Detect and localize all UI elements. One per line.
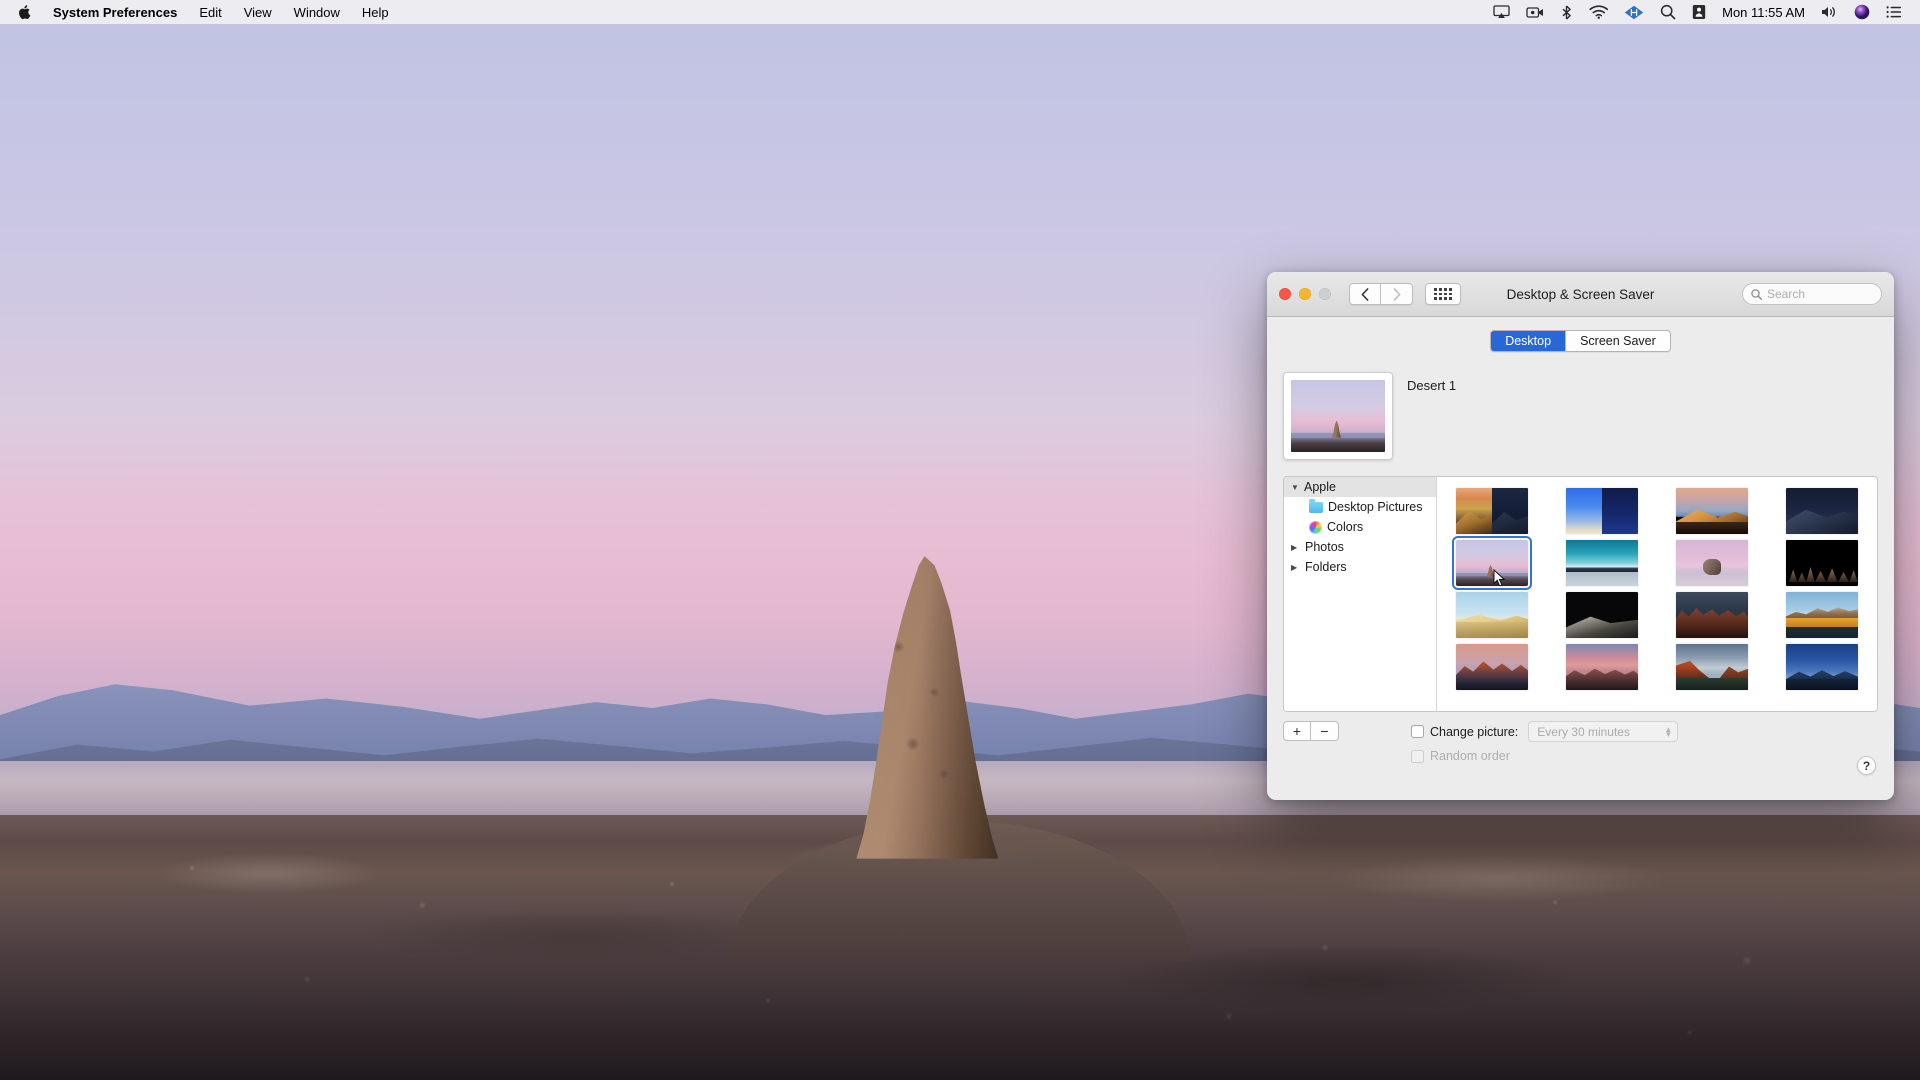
wallpaper-thumb-dunes-night[interactable] bbox=[1566, 592, 1638, 638]
wallpaper-thumb-dunes-day[interactable] bbox=[1456, 592, 1528, 638]
sidebar-item-photos[interactable]: ▶ Photos bbox=[1284, 537, 1436, 557]
control-center-icon[interactable] bbox=[1878, 0, 1910, 24]
wallpaper-browser-panel: ▼ Apple Desktop Pictures Colors ▶ Photos… bbox=[1283, 476, 1878, 712]
tab-desktop[interactable]: Desktop bbox=[1491, 331, 1566, 351]
preview-image-desert-1 bbox=[1291, 380, 1385, 452]
user-badge-icon[interactable] bbox=[1684, 0, 1714, 24]
color-wheel-icon bbox=[1309, 521, 1322, 534]
wallpaper-thumb-mojave-night[interactable] bbox=[1786, 488, 1858, 534]
change-picture-controls: Change picture: Every 30 minutes ▲▼ Rand… bbox=[1411, 721, 1678, 763]
preferences-body: Desert 1 ▼ Apple Desktop Pictures Colors bbox=[1267, 362, 1894, 777]
current-wallpaper-row: Desert 1 bbox=[1283, 362, 1878, 476]
search-placeholder: Search bbox=[1767, 287, 1805, 301]
grid-dots-icon bbox=[1434, 288, 1452, 300]
sidebar-label-desktop-pictures: Desktop Pictures bbox=[1328, 500, 1422, 514]
wallpaper-thumb-mojave-day[interactable] bbox=[1676, 488, 1748, 534]
close-button[interactable] bbox=[1279, 288, 1291, 300]
disclosure-triangle-icon[interactable]: ▶ bbox=[1291, 543, 1300, 552]
wallpaper-thumb-desert-4[interactable] bbox=[1786, 540, 1858, 586]
random-order-label: Random order bbox=[1430, 749, 1510, 763]
navigation-buttons bbox=[1349, 283, 1413, 305]
help-button[interactable]: ? bbox=[1857, 756, 1876, 775]
wallpaper-thumb-solar-gradients[interactable] bbox=[1566, 488, 1638, 534]
interval-value: Every 30 minutes bbox=[1537, 725, 1630, 739]
volume-icon[interactable] bbox=[1813, 0, 1846, 24]
minimize-button[interactable] bbox=[1299, 288, 1311, 300]
add-folder-button[interactable]: + bbox=[1283, 721, 1311, 741]
tab-bar: Desktop Screen Saver bbox=[1267, 317, 1894, 362]
wallpaper-thumb-red-rock[interactable] bbox=[1676, 592, 1748, 638]
wallpaper-thumb-el-capitan[interactable] bbox=[1786, 644, 1858, 690]
change-picture-row: Change picture: Every 30 minutes ▲▼ bbox=[1411, 721, 1678, 742]
change-picture-label: Change picture: bbox=[1430, 725, 1518, 739]
sidebar-label-apple: Apple bbox=[1304, 480, 1336, 494]
random-order-checkbox bbox=[1411, 750, 1424, 763]
remove-folder-button[interactable]: − bbox=[1311, 721, 1339, 741]
disclosure-triangle-icon[interactable]: ▶ bbox=[1291, 563, 1300, 572]
disclosure-triangle-icon[interactable]: ▼ bbox=[1291, 483, 1300, 492]
menu-bar-app-menus: System Preferences Edit View Window Help bbox=[6, 0, 400, 24]
wallpaper-thumb-desert-2[interactable] bbox=[1566, 540, 1638, 586]
menu-item-help[interactable]: Help bbox=[351, 0, 400, 24]
search-icon bbox=[1751, 289, 1762, 300]
sidebar-item-apple[interactable]: ▼ Apple bbox=[1284, 477, 1436, 497]
wallpaper-thumb-yosemite[interactable] bbox=[1676, 644, 1748, 690]
wallpaper-thumb-sierra[interactable] bbox=[1456, 644, 1528, 690]
desktop-screensaver-window: Desktop & Screen Saver Search Desktop Sc… bbox=[1267, 272, 1894, 800]
source-sidebar: ▼ Apple Desktop Pictures Colors ▶ Photos… bbox=[1284, 477, 1437, 711]
back-button[interactable] bbox=[1349, 283, 1381, 305]
menu-item-edit[interactable]: Edit bbox=[188, 0, 232, 24]
bluetooth-icon[interactable] bbox=[1552, 0, 1581, 24]
siri-icon[interactable] bbox=[1846, 0, 1878, 24]
wallpaper-thumbnail-grid bbox=[1437, 477, 1877, 711]
panel-footer: + − Change picture: Every 30 minutes ▲▼ bbox=[1283, 712, 1878, 763]
menu-item-window[interactable]: Window bbox=[283, 0, 351, 24]
menu-item-system-preferences[interactable]: System Preferences bbox=[42, 0, 188, 24]
wallpaper-thumb-desert-1[interactable] bbox=[1456, 540, 1528, 586]
wallpaper-thumb-mojave-dynamic[interactable] bbox=[1456, 488, 1528, 534]
change-picture-interval-select[interactable]: Every 30 minutes ▲▼ bbox=[1528, 721, 1678, 742]
sidebar-label-colors: Colors bbox=[1327, 520, 1363, 534]
apple-logo-icon[interactable] bbox=[6, 4, 42, 20]
menu-bar: System Preferences Edit View Window Help… bbox=[0, 0, 1920, 24]
sidebar-item-colors[interactable]: Colors bbox=[1284, 517, 1436, 537]
change-picture-checkbox[interactable] bbox=[1411, 725, 1424, 738]
search-input[interactable]: Search bbox=[1742, 283, 1882, 305]
menu-bar-clock[interactable]: Mon 11:55 AM bbox=[1714, 5, 1813, 20]
current-wallpaper-name: Desert 1 bbox=[1407, 372, 1456, 393]
sidebar-label-folders: Folders bbox=[1305, 560, 1347, 574]
airplay-icon[interactable] bbox=[1485, 0, 1518, 24]
spotlight-search-icon[interactable] bbox=[1652, 0, 1684, 24]
add-remove-source-buttons: + − bbox=[1283, 721, 1339, 741]
tab-group: Desktop Screen Saver bbox=[1490, 330, 1671, 352]
wifi-icon[interactable] bbox=[1581, 0, 1616, 24]
tab-screen-saver[interactable]: Screen Saver bbox=[1566, 331, 1670, 351]
sidebar-item-folders[interactable]: ▶ Folders bbox=[1284, 557, 1436, 577]
screen-recording-icon[interactable] bbox=[1518, 0, 1552, 24]
forward-button bbox=[1381, 283, 1413, 305]
wallpaper-thumb-zion-sunset[interactable] bbox=[1566, 644, 1638, 690]
wallpaper-thumb-desert-3[interactable] bbox=[1676, 540, 1748, 586]
sidebar-item-desktop-pictures[interactable]: Desktop Pictures bbox=[1284, 497, 1436, 517]
menu-item-view[interactable]: View bbox=[233, 0, 283, 24]
wallpaper-thumb-high-sierra[interactable] bbox=[1786, 592, 1858, 638]
menu-bar-status-items: Mon 11:55 AM bbox=[1485, 0, 1914, 24]
current-wallpaper-preview[interactable] bbox=[1283, 372, 1393, 460]
stepper-arrows-icon[interactable]: ▲▼ bbox=[1664, 727, 1672, 737]
traffic-lights bbox=[1279, 288, 1331, 300]
window-title-bar: Desktop & Screen Saver Search bbox=[1267, 272, 1894, 317]
blue-folder-icon bbox=[1309, 502, 1323, 513]
all-preferences-grid-button[interactable] bbox=[1425, 283, 1461, 305]
sidebar-label-photos: Photos bbox=[1305, 540, 1344, 554]
zoom-button bbox=[1319, 288, 1331, 300]
vpn-diamond-icon[interactable] bbox=[1616, 0, 1652, 24]
random-order-row: Random order bbox=[1411, 749, 1678, 763]
